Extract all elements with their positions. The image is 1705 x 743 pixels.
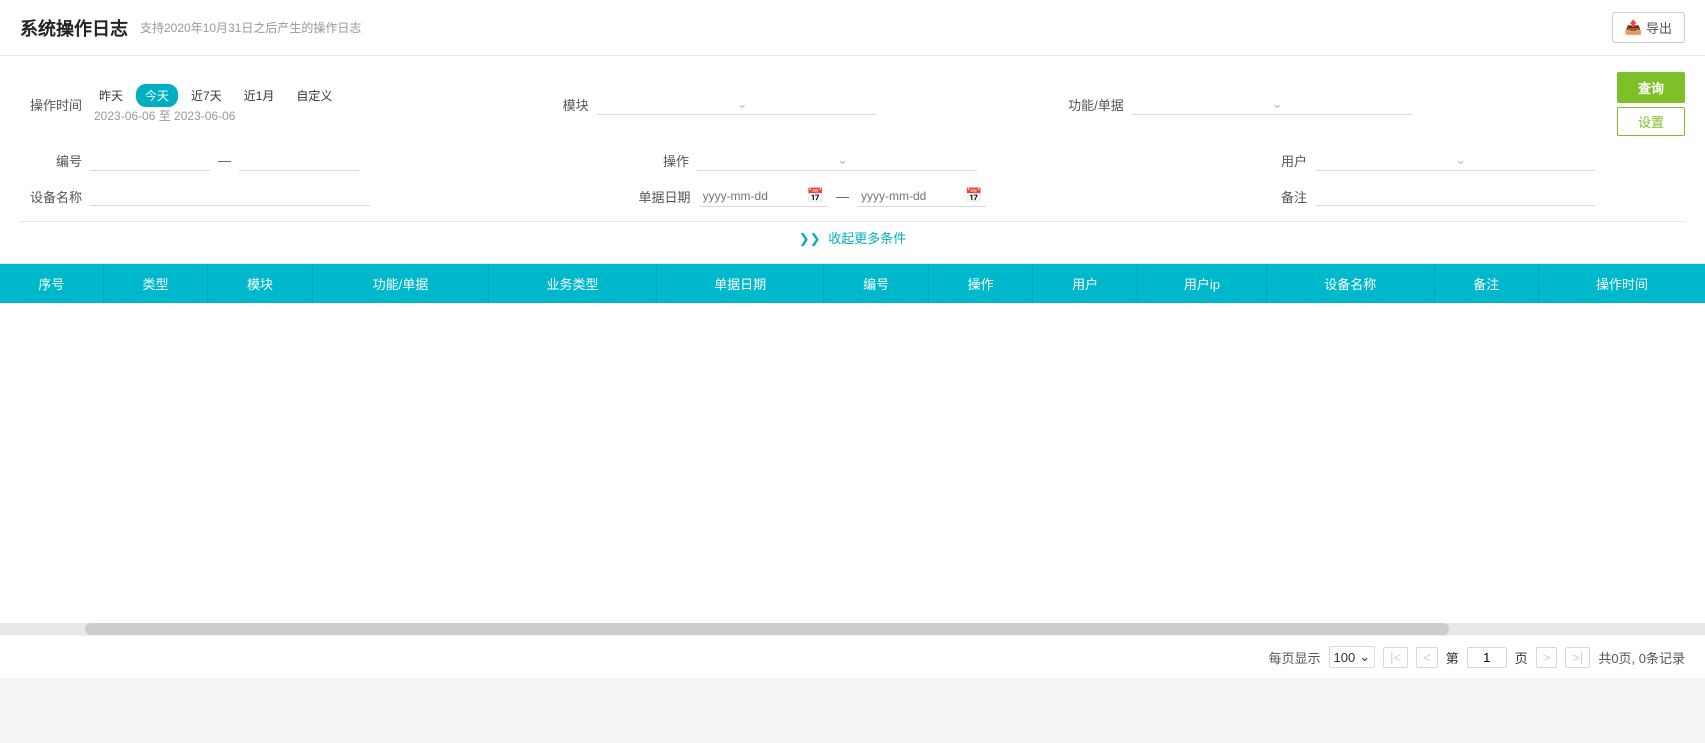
filter-row-1: 操作时间 昨天 今天 近7天 近1月 自定义 2023-06-06 至 2023…	[20, 72, 1685, 136]
collapse-icon: ❯❯	[799, 231, 821, 246]
col-module: 模块	[208, 264, 312, 303]
page-subtitle: 支持2020年10月31日之后产生的操作日志	[140, 19, 361, 36]
collapse-label: 收起更多条件	[828, 231, 906, 246]
page-input[interactable]	[1467, 647, 1507, 668]
page-header: 系统操作日志 支持2020年10月31日之后产生的操作日志 📤 导出	[0, 0, 1705, 56]
date-dash: —	[836, 189, 849, 204]
col-device: 设备名称	[1266, 264, 1434, 303]
module-chevron-icon: ⌄	[737, 96, 873, 112]
date-end-input[interactable]	[861, 189, 961, 203]
time-label: 操作时间	[20, 95, 90, 114]
date-end-wrap: 📅	[857, 185, 986, 207]
calendar-start-icon[interactable]: 📅	[807, 187, 824, 204]
query-button[interactable]: 查询	[1617, 72, 1685, 103]
col-voucher-date: 单据日期	[656, 264, 824, 303]
remark-label: 备注	[1245, 187, 1315, 206]
date-start-wrap: 📅	[699, 185, 828, 207]
encode-label: 编号	[20, 151, 90, 170]
per-page-label: 每页显示	[1269, 648, 1321, 667]
col-func: 功能/单据	[312, 264, 488, 303]
per-page-select[interactable]: 100 ⌄	[1329, 646, 1376, 668]
func-label: 功能/单据	[1062, 95, 1132, 114]
total-info: 共0页, 0条记录	[1598, 648, 1685, 667]
col-biz-type: 业务类型	[489, 264, 657, 303]
device-label: 设备名称	[20, 187, 90, 206]
time-filter-group: 昨天 今天 近7天 近1月 自定义 2023-06-06 至 2023-06-0…	[90, 84, 341, 124]
col-remark: 备注	[1434, 264, 1538, 303]
device-input[interactable]	[90, 186, 370, 206]
prev-page-button[interactable]: <	[1416, 647, 1438, 668]
data-table: 序号 类型 模块 功能/单据 业务类型 单据日期 编号 操作 用户 用户ip 设…	[0, 264, 1705, 303]
col-user: 用户	[1033, 264, 1137, 303]
module-select[interactable]: ⌄	[597, 94, 877, 115]
time-btn-yesterday[interactable]: 昨天	[90, 84, 132, 107]
user-label: 用户	[1245, 151, 1315, 170]
horizontal-scrollbar[interactable]	[0, 623, 1705, 635]
scroll-thumb[interactable]	[85, 623, 1449, 635]
user-select[interactable]: ⌄	[1315, 150, 1595, 171]
calendar-end-icon[interactable]: 📅	[965, 187, 982, 204]
export-label: 导出	[1646, 18, 1672, 37]
col-operation: 操作	[928, 264, 1032, 303]
empty-area	[0, 303, 1705, 623]
encode-range: —	[90, 151, 359, 171]
filter-row-2: 编号 — 操作 ⌄ 用户 ⌄	[20, 150, 1685, 171]
time-btn-custom[interactable]: 自定义	[287, 84, 341, 107]
col-seq: 序号	[0, 264, 103, 303]
page-unit: 页	[1515, 648, 1528, 667]
operation-chevron-icon: ⌄	[837, 152, 973, 168]
per-page-value: 100	[1334, 650, 1356, 665]
col-op-time: 操作时间	[1539, 264, 1705, 303]
module-label: 模块	[527, 95, 597, 114]
settings-button[interactable]: 设置	[1617, 107, 1685, 136]
time-btn-1month[interactable]: 近1月	[235, 84, 284, 107]
table-wrap: 序号 类型 模块 功能/单据 业务类型 单据日期 编号 操作 用户 用户ip 设…	[0, 264, 1705, 623]
pagination-bar: 每页显示 100 ⌄ |< < 第 页 > >| 共0页, 0条记录	[0, 635, 1705, 678]
remark-input[interactable]	[1315, 186, 1595, 206]
filter-area: 操作时间 昨天 今天 近7天 近1月 自定义 2023-06-06 至 2023…	[0, 56, 1705, 264]
header-row: 序号 类型 模块 功能/单据 业务类型 单据日期 编号 操作 用户 用户ip 设…	[0, 264, 1705, 303]
date-range-display: 2023-06-06 至 2023-06-06	[94, 107, 341, 124]
first-page-button[interactable]: |<	[1383, 647, 1408, 668]
operation-label: 操作	[627, 151, 697, 170]
table-header: 序号 类型 模块 功能/单据 业务类型 单据日期 编号 操作 用户 用户ip 设…	[0, 264, 1705, 303]
date-start-input[interactable]	[703, 189, 803, 203]
func-select[interactable]: ⌄	[1132, 94, 1412, 115]
operation-select[interactable]: ⌄	[697, 150, 977, 171]
user-chevron-icon: ⌄	[1455, 152, 1591, 168]
col-user-ip: 用户ip	[1137, 264, 1266, 303]
page-title: 系统操作日志	[20, 15, 128, 41]
col-encode: 编号	[824, 264, 928, 303]
export-icon: 📤	[1625, 19, 1642, 36]
export-button[interactable]: 📤 导出	[1612, 12, 1685, 43]
time-btn-7days[interactable]: 近7天	[182, 84, 231, 107]
encode-end-input[interactable]	[239, 151, 359, 171]
filter-row-3: 设备名称 单据日期 📅 — 📅 备注	[20, 185, 1685, 207]
last-page-button[interactable]: >|	[1565, 647, 1590, 668]
action-buttons: 查询 设置	[1617, 72, 1685, 136]
func-chevron-icon: ⌄	[1272, 96, 1408, 112]
per-page-chevron-icon: ⌄	[1359, 649, 1370, 665]
page-label: 第	[1446, 648, 1459, 667]
collapse-bar[interactable]: ❯❯ 收起更多条件	[20, 221, 1685, 253]
next-page-button[interactable]: >	[1536, 647, 1558, 668]
encode-dash: —	[218, 153, 231, 168]
col-type: 类型	[103, 264, 207, 303]
voucher-date-label: 单据日期	[629, 187, 699, 206]
encode-start-input[interactable]	[90, 151, 210, 171]
time-btn-today[interactable]: 今天	[136, 84, 178, 107]
time-buttons: 昨天 今天 近7天 近1月 自定义	[90, 84, 341, 107]
